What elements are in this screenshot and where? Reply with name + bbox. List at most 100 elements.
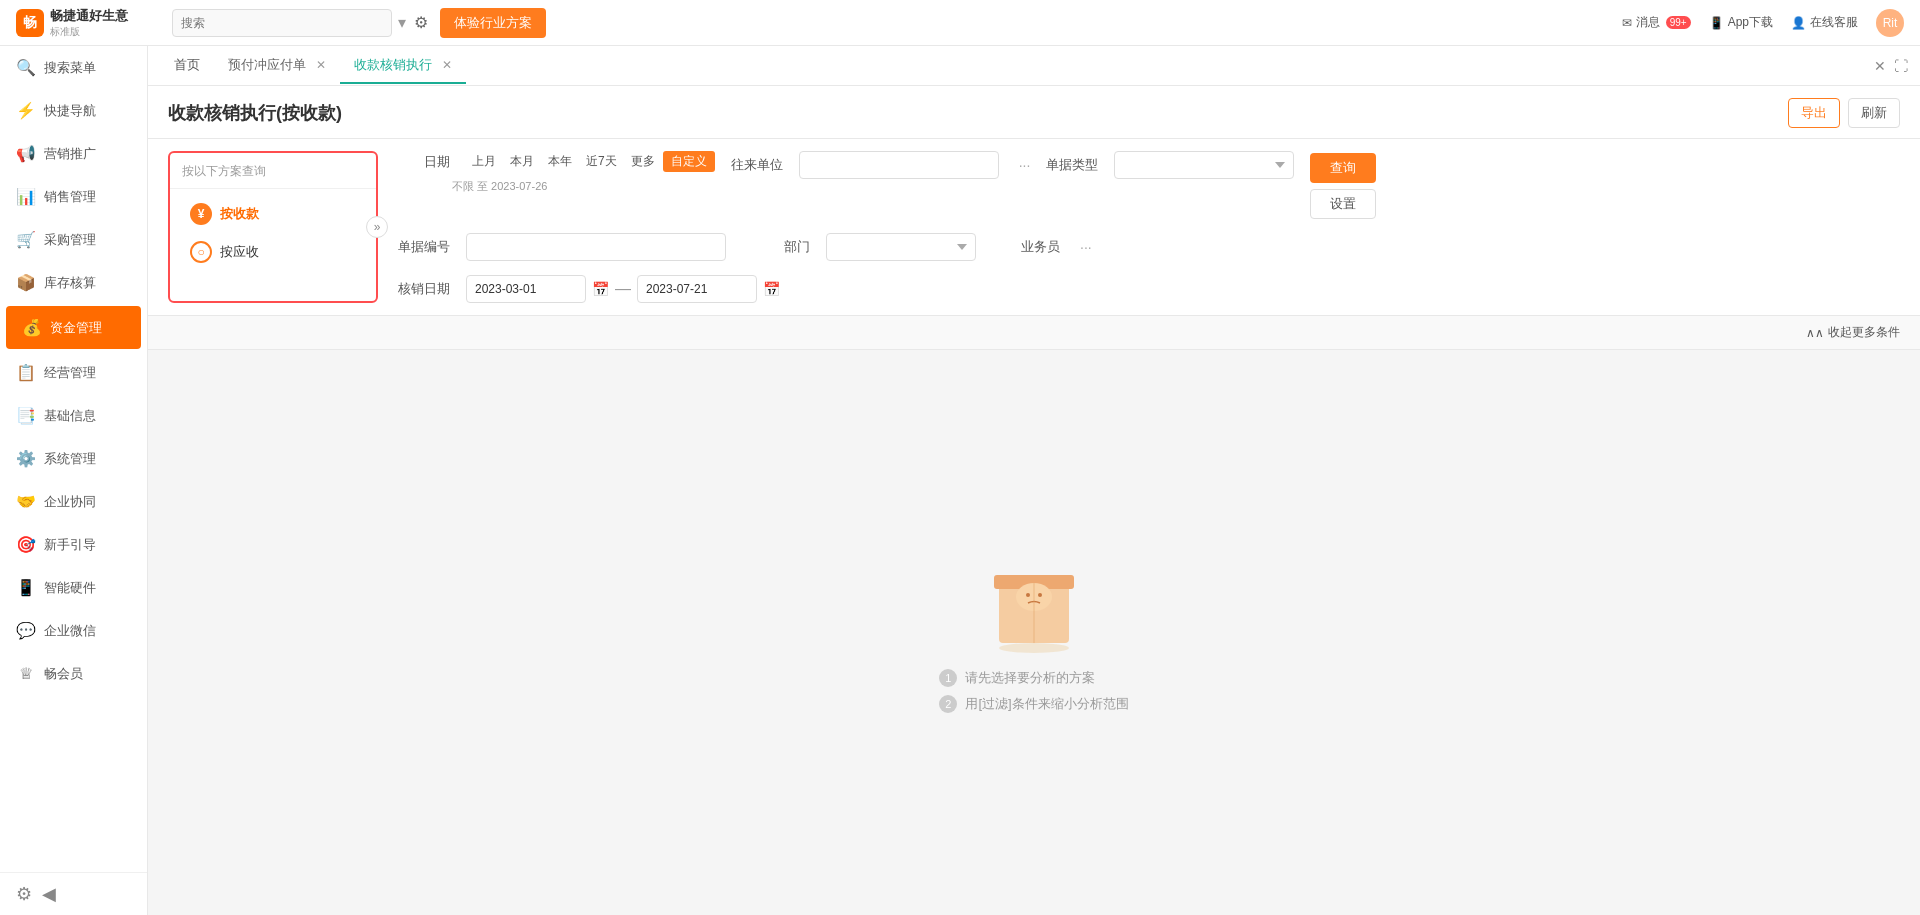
refresh-button[interactable]: 刷新 xyxy=(1848,98,1900,128)
verify-date-to-input[interactable] xyxy=(637,275,757,303)
sidebar-item-business[interactable]: 📋 经营管理 xyxy=(0,351,147,394)
date-btn-this-month[interactable]: 本月 xyxy=(504,151,540,172)
header-right: ✉ 消息 99+ 📱 App下载 👤 在线客服 Rit xyxy=(1622,9,1904,37)
sidebar-item-beginner[interactable]: 🎯 新手引导 xyxy=(0,523,147,566)
sidebar-item-label: 搜索菜单 xyxy=(44,59,96,77)
tab-close-all-icon[interactable]: ✕ xyxy=(1874,58,1886,74)
svg-point-4 xyxy=(1038,593,1042,597)
doctype-select[interactable] xyxy=(1114,151,1294,179)
user-avatar[interactable]: Rit xyxy=(1876,9,1904,37)
sidebar-item-corp-collab[interactable]: 🤝 企业协同 xyxy=(0,480,147,523)
sidebar-item-label: 快捷导航 xyxy=(44,102,96,120)
partner-input[interactable] xyxy=(799,151,999,179)
date-quick-group: 上月 本月 本年 近7天 更多 自定义 xyxy=(466,151,715,172)
date-no-limit-text: 不限 至 2023-07-26 xyxy=(452,180,547,192)
date-label: 日期 xyxy=(398,153,450,171)
verify-date-group: 📅 — 📅 xyxy=(466,275,780,303)
tab-prepay-close[interactable]: ✕ xyxy=(316,58,326,72)
message-label: 消息 xyxy=(1636,14,1660,31)
export-button[interactable]: 导出 xyxy=(1788,98,1840,128)
customer-service-item[interactable]: 👤 在线客服 xyxy=(1791,14,1858,31)
query-button[interactable]: 查询 xyxy=(1310,153,1376,183)
partner-dots-icon[interactable]: ··· xyxy=(1019,157,1031,173)
sidebar-item-basic-info[interactable]: 📑 基础信息 xyxy=(0,394,147,437)
logo-area: 畅 畅捷通好生意 标准版 xyxy=(16,7,164,39)
collapse-sidebar-icon[interactable]: ◀ xyxy=(42,883,56,905)
sidebar-item-label: 采购管理 xyxy=(44,231,96,249)
tab-prepay-label: 预付冲应付单 xyxy=(228,56,306,74)
date-btn-more[interactable]: 更多 xyxy=(625,151,661,172)
logo-text: 畅捷通好生意 标准版 xyxy=(50,7,128,39)
filter-option-receivable-label: 按应收 xyxy=(220,243,259,261)
tab-home-label: 首页 xyxy=(174,56,200,74)
sidebar-item-system[interactable]: ⚙️ 系统管理 xyxy=(0,437,147,480)
sidebar-item-marketing[interactable]: 📢 营销推广 xyxy=(0,132,147,175)
message-item[interactable]: ✉ 消息 99+ xyxy=(1622,14,1691,31)
more-conditions-button[interactable]: ∧∧ 收起更多条件 xyxy=(1806,324,1900,341)
sidebar-item-label: 企业协同 xyxy=(44,493,96,511)
corp-collab-icon: 🤝 xyxy=(16,492,36,511)
filter-row-verify-date: 核销日期 📅 — 📅 xyxy=(398,275,1900,303)
sidebar-item-smart-hw[interactable]: 📱 智能硬件 xyxy=(0,566,147,609)
svg-point-6 xyxy=(999,643,1069,653)
verify-date-from-calendar-icon[interactable]: 📅 xyxy=(592,281,609,297)
settings-bottom-icon[interactable]: ⚙ xyxy=(16,883,32,905)
logo-subtitle: 标准版 xyxy=(50,25,128,39)
verify-date-to-calendar-icon[interactable]: 📅 xyxy=(763,281,780,297)
docno-label: 单据编号 xyxy=(398,238,450,256)
tab-receive-offset[interactable]: 收款核销执行 ✕ xyxy=(340,48,466,84)
search-input[interactable] xyxy=(172,9,392,37)
user-name: Rit xyxy=(1883,16,1898,30)
verify-date-label: 核销日期 xyxy=(398,280,450,298)
date-btn-custom[interactable]: 自定义 xyxy=(663,151,715,172)
empty-hint-1: 1 请先选择要分析的方案 xyxy=(939,669,1128,687)
main-content: 首页 预付冲应付单 ✕ 收款核销执行 ✕ ✕ ⛶ 收款核销执行(按收款) 导出 … xyxy=(148,46,1920,915)
receipt-icon: ¥ xyxy=(190,203,212,225)
empty-state-area: 1 请先选择要分析的方案 2 用[过滤]条件来缩小分析范围 xyxy=(148,350,1920,915)
date-btn-7days[interactable]: 近7天 xyxy=(580,151,623,172)
sidebar-item-label: 资金管理 xyxy=(50,319,102,337)
collapse-left-panel-btn[interactable]: » xyxy=(366,216,388,238)
tab-receive-close[interactable]: ✕ xyxy=(442,58,452,72)
top-header: 畅 畅捷通好生意 标准版 ▾ ⚙ 体验行业方案 ✉ 消息 99+ 📱 App下载… xyxy=(0,0,1920,46)
sidebar-item-inventory[interactable]: 📦 库存核算 xyxy=(0,261,147,304)
date-btn-last-month[interactable]: 上月 xyxy=(466,151,502,172)
sales-label: 业务员 xyxy=(1008,238,1060,256)
sidebar-item-label: 经营管理 xyxy=(44,364,96,382)
docno-input[interactable] xyxy=(466,233,726,261)
empty-hints: 1 请先选择要分析的方案 2 用[过滤]条件来缩小分析范围 xyxy=(939,669,1128,713)
app-download-label: App下载 xyxy=(1728,14,1773,31)
sidebar-item-sales[interactable]: 📊 销售管理 xyxy=(0,175,147,218)
sidebar-item-label: 销售管理 xyxy=(44,188,96,206)
filter-option-receipt[interactable]: ¥ 按收款 xyxy=(170,195,376,233)
app-download-item[interactable]: 📱 App下载 xyxy=(1709,14,1773,31)
page-header: 收款核销执行(按收款) 导出 刷新 xyxy=(148,86,1920,139)
tab-prepay-offset[interactable]: 预付冲应付单 ✕ xyxy=(214,48,340,84)
sidebar-item-purchase[interactable]: 🛒 采购管理 xyxy=(0,218,147,261)
sidebar-item-finance[interactable]: 💰 资金管理 xyxy=(6,306,141,349)
vip-icon: ♕ xyxy=(16,664,36,683)
dropdown-icon[interactable]: ▾ xyxy=(398,13,406,32)
filter-right: 日期 上月 本月 本年 近7天 更多 自定义 不限 至 2023-0 xyxy=(398,151,1900,303)
sidebar-item-vip[interactable]: ♕ 畅会员 xyxy=(0,652,147,695)
filter-option-receipt-label: 按收款 xyxy=(220,205,259,223)
industry-solution-button[interactable]: 体验行业方案 xyxy=(440,8,546,38)
date-btn-this-year[interactable]: 本年 xyxy=(542,151,578,172)
sidebar-item-label: 系统管理 xyxy=(44,450,96,468)
dept-select[interactable] xyxy=(826,233,976,261)
sales-dots-icon[interactable]: ··· xyxy=(1080,239,1092,255)
gear-icon[interactable]: ⚙ xyxy=(414,13,428,32)
sidebar-item-corp-wechat[interactable]: 💬 企业微信 xyxy=(0,609,147,652)
tab-home[interactable]: 首页 xyxy=(160,48,214,84)
basic-info-icon: 📑 xyxy=(16,406,36,425)
verify-date-from-input[interactable] xyxy=(466,275,586,303)
empty-illustration xyxy=(974,553,1094,653)
sidebar-item-label: 企业微信 xyxy=(44,622,96,640)
sidebar-item-search-menu[interactable]: 🔍 搜索菜单 xyxy=(0,46,147,89)
service-icon: 👤 xyxy=(1791,16,1806,30)
tab-expand-icon[interactable]: ⛶ xyxy=(1894,58,1908,74)
sidebar-item-quick-nav[interactable]: ⚡ 快捷导航 xyxy=(0,89,147,132)
filter-option-receivable[interactable]: ○ 按应收 xyxy=(170,233,376,271)
setting-button[interactable]: 设置 xyxy=(1310,189,1376,219)
logo-title: 畅捷通好生意 xyxy=(50,7,128,25)
